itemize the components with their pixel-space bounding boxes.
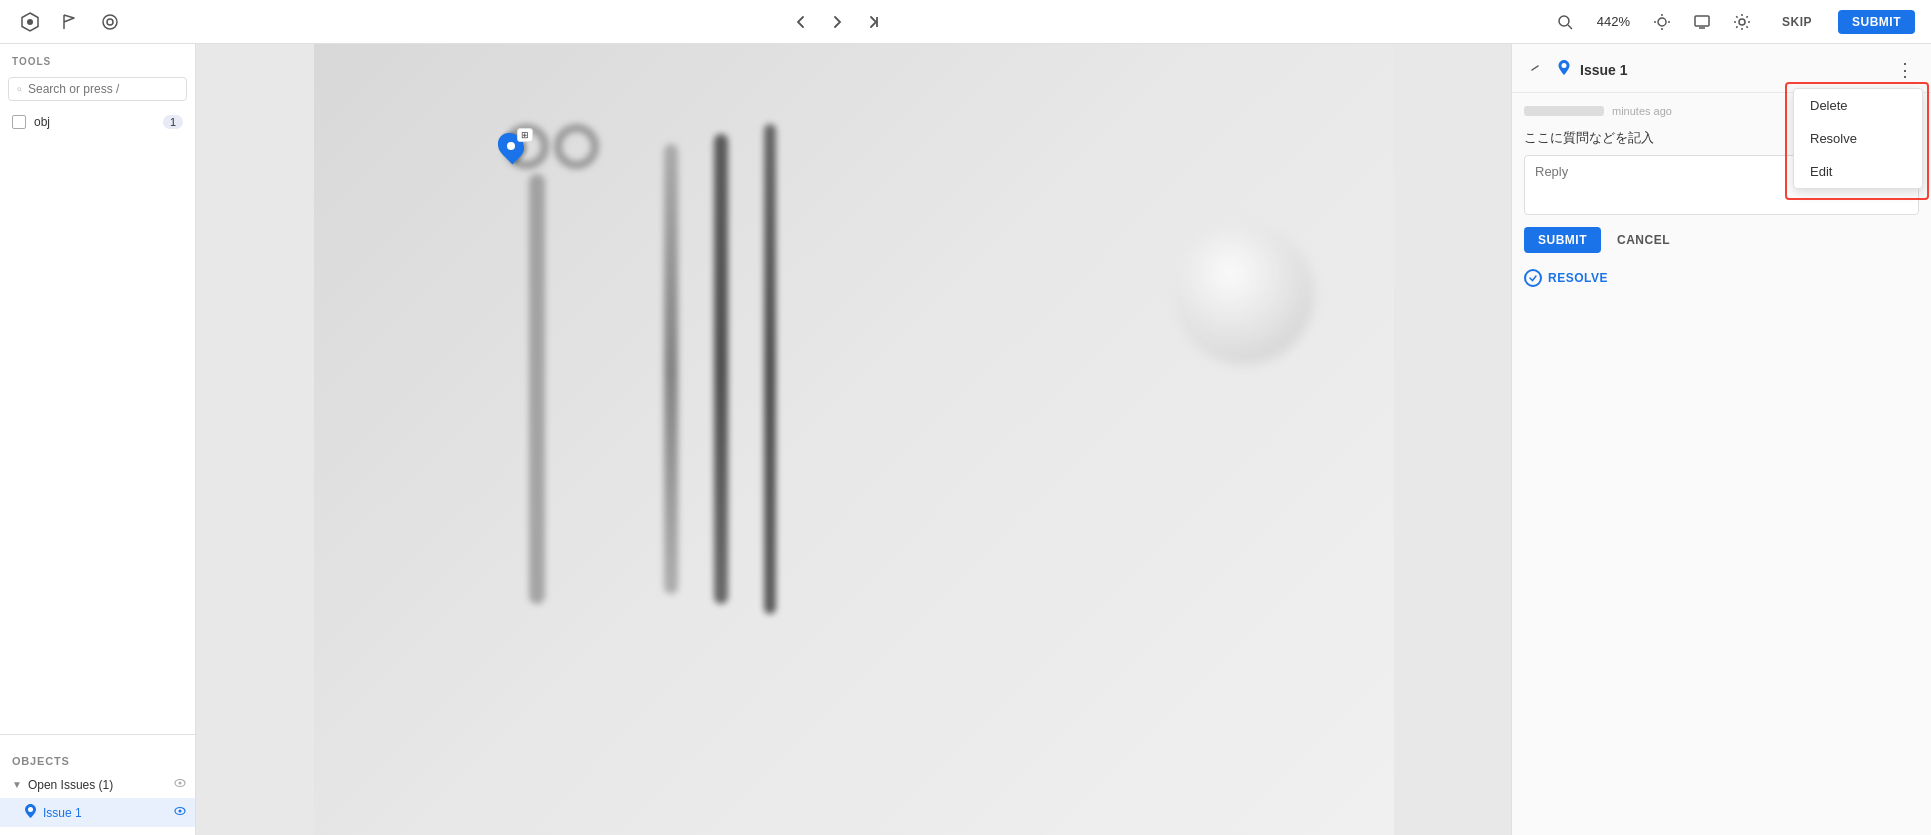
svg-point-7 bbox=[1658, 18, 1666, 26]
toolbar-center bbox=[787, 8, 887, 36]
canvas-background: ⊞ bbox=[314, 44, 1394, 835]
pen-2 bbox=[714, 134, 728, 604]
reply-cancel-button[interactable]: CANCEL bbox=[1609, 227, 1678, 253]
obj-label: obj bbox=[34, 115, 155, 129]
svg-point-5 bbox=[1559, 16, 1569, 26]
objects-label: OBJECTS bbox=[12, 755, 70, 767]
svg-point-3 bbox=[107, 19, 113, 25]
dropdown-menu: Delete Resolve Edit bbox=[1793, 88, 1923, 189]
top-toolbar: 442% SKIP SUBMIT bbox=[0, 0, 1931, 44]
pen-1 bbox=[664, 144, 678, 594]
issue-pin-icon bbox=[24, 803, 37, 822]
toolbar-left bbox=[16, 8, 124, 36]
brightness-icon[interactable] bbox=[1648, 8, 1676, 36]
open-issues-group[interactable]: ▼ Open Issues (1) bbox=[0, 771, 195, 798]
author-avatar bbox=[1524, 106, 1604, 116]
panel-close-button[interactable] bbox=[1524, 58, 1548, 82]
comment-time: minutes ago bbox=[1612, 105, 1672, 117]
logo-icon[interactable] bbox=[16, 8, 44, 36]
panel-more-button[interactable]: ⋮ bbox=[1891, 56, 1919, 84]
group-label: Open Issues (1) bbox=[28, 778, 167, 792]
search-bar[interactable] bbox=[8, 77, 187, 101]
search-icon[interactable] bbox=[1551, 8, 1579, 36]
dropdown-delete[interactable]: Delete bbox=[1794, 89, 1922, 122]
cup bbox=[1174, 224, 1314, 364]
pin-dot bbox=[507, 142, 515, 150]
obj-row[interactable]: obj 1 bbox=[0, 109, 195, 135]
panel-issue-title: Issue 1 bbox=[1580, 62, 1883, 78]
canvas-area: ⊞ bbox=[196, 44, 1511, 835]
tag-icon[interactable] bbox=[96, 8, 124, 36]
svg-point-22 bbox=[1562, 63, 1567, 68]
main-layout: TOOLS obj 1 OBJECTS ▼ Open Issues (1) bbox=[0, 44, 1931, 835]
nav-forward-button[interactable] bbox=[823, 8, 851, 36]
svg-point-15 bbox=[18, 87, 21, 90]
dropdown-edit[interactable]: Edit bbox=[1794, 155, 1922, 188]
svg-point-18 bbox=[179, 782, 182, 785]
dropdown-resolve[interactable]: Resolve bbox=[1794, 122, 1922, 155]
svg-point-14 bbox=[1739, 19, 1745, 25]
flag-icon[interactable] bbox=[56, 8, 84, 36]
scissors-blade bbox=[529, 174, 545, 604]
issue-1-row[interactable]: Issue 1 bbox=[0, 798, 195, 827]
svg-line-16 bbox=[20, 90, 21, 91]
zoom-level: 442% bbox=[1591, 12, 1636, 31]
monitor-icon[interactable] bbox=[1688, 8, 1716, 36]
svg-point-19 bbox=[28, 807, 33, 812]
objects-section: OBJECTS ▼ Open Issues (1) Issue 1 bbox=[0, 743, 195, 835]
issue-eye-icon[interactable] bbox=[173, 804, 187, 821]
panel-body: minutes ago ここに質問などを記入 SUBMIT CANCEL RES… bbox=[1512, 93, 1931, 835]
pen-3 bbox=[764, 124, 776, 614]
panel-issue-icon bbox=[1556, 59, 1572, 81]
tools-label: TOOLS bbox=[0, 44, 195, 73]
search-input[interactable] bbox=[28, 82, 178, 96]
group-eye-icon[interactable] bbox=[173, 776, 187, 793]
nav-back-button[interactable] bbox=[787, 8, 815, 36]
left-sidebar: TOOLS obj 1 OBJECTS ▼ Open Issues (1) bbox=[0, 44, 196, 835]
issue-pin[interactable]: ⊞ bbox=[499, 132, 523, 160]
skip-button[interactable]: SKIP bbox=[1768, 10, 1826, 34]
settings-icon[interactable] bbox=[1728, 8, 1756, 36]
toolbar-right: 442% SKIP SUBMIT bbox=[1551, 8, 1915, 36]
resolve-row[interactable]: RESOLVE bbox=[1524, 261, 1919, 295]
panel-header: Issue 1 ⋮ bbox=[1512, 44, 1931, 93]
nav-last-button[interactable] bbox=[859, 8, 887, 36]
issue-1-label: Issue 1 bbox=[43, 806, 167, 820]
obj-count: 1 bbox=[163, 115, 183, 129]
submit-top-button[interactable]: SUBMIT bbox=[1838, 10, 1915, 34]
svg-point-21 bbox=[179, 810, 182, 813]
reply-submit-button[interactable]: SUBMIT bbox=[1524, 227, 1601, 253]
pin-badge: ⊞ bbox=[517, 128, 533, 142]
objects-divider bbox=[0, 734, 195, 735]
scissors-tool bbox=[494, 124, 614, 604]
svg-rect-12 bbox=[1695, 16, 1709, 26]
reply-action-row: SUBMIT CANCEL bbox=[1524, 227, 1919, 253]
objects-header: OBJECTS bbox=[0, 751, 195, 771]
right-panel: Issue 1 ⋮ minutes ago ここに質問などを記入 SUBMIT … bbox=[1511, 44, 1931, 835]
scissors-handle-right bbox=[554, 124, 599, 169]
svg-line-6 bbox=[1568, 25, 1572, 29]
group-arrow-icon: ▼ bbox=[12, 779, 22, 790]
svg-point-1 bbox=[27, 19, 33, 25]
svg-point-2 bbox=[103, 15, 117, 29]
search-bar-icon bbox=[17, 83, 22, 96]
resolve-icon bbox=[1524, 269, 1542, 287]
resolve-label[interactable]: RESOLVE bbox=[1548, 271, 1608, 285]
obj-checkbox[interactable] bbox=[12, 115, 26, 129]
